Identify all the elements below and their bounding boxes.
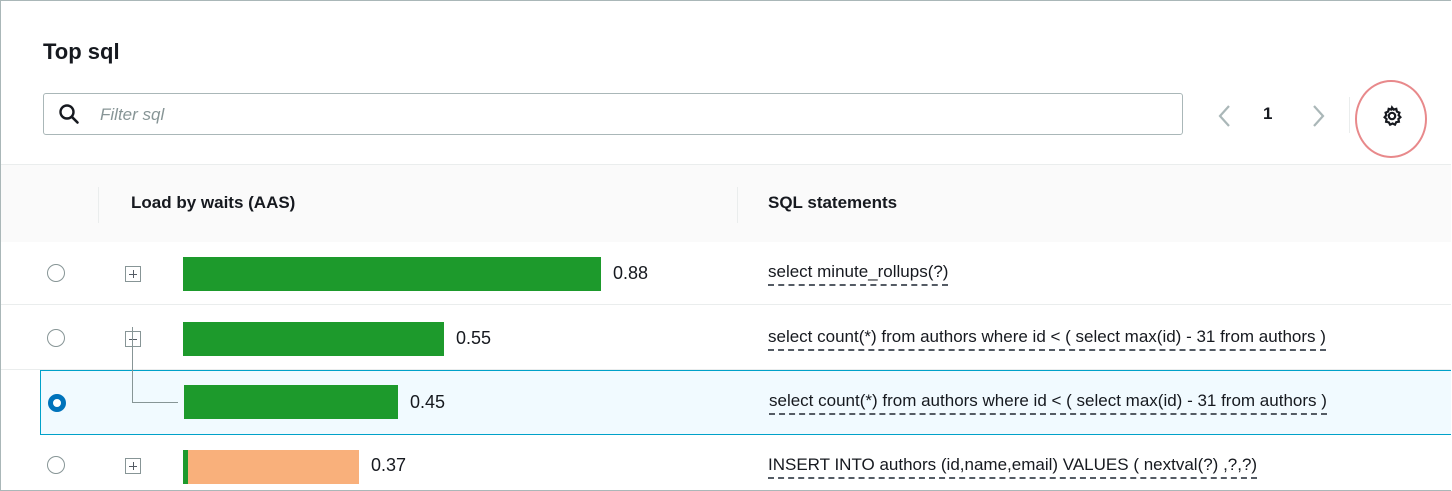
table-row-selected[interactable]: 0.45 select count(*) from authors where … [40,370,1451,435]
tree-connector [132,327,133,403]
row-radio[interactable] [47,329,65,347]
row-radio-selected[interactable] [48,394,66,412]
header-separator [737,187,738,223]
load-bar [184,385,398,419]
chevron-left-icon[interactable] [1215,102,1235,130]
pagination-divider [1349,97,1350,133]
chevron-right-icon[interactable] [1308,102,1328,130]
settings-highlight-annotation [1355,80,1427,158]
expand-plus-icon[interactable] [125,266,141,282]
column-header-sql[interactable]: SQL statements [768,193,897,213]
panel-title: Top sql [43,39,120,64]
load-bar [183,257,601,291]
load-value: 0.55 [456,328,492,348]
load-value: 0.45 [410,392,446,412]
current-page-number[interactable]: 1 [1263,104,1272,124]
expand-plus-icon[interactable] [125,458,141,474]
row-radio[interactable] [47,456,65,474]
load-bar-segment [188,450,359,484]
sql-statement-link[interactable]: INSERT INTO authors (id,name,email) VALU… [768,455,1258,479]
top-sql-panel: Top sql 1 Load by waits (AAS) SQL statem… [0,0,1451,491]
load-value: 0.88 [613,263,649,283]
tree-connector [132,402,178,403]
row-radio[interactable] [47,264,65,282]
search-icon [59,104,79,124]
filter-sql-search[interactable] [43,93,1183,135]
load-bar [183,322,444,356]
load-bar-segment [183,257,601,291]
column-header-load[interactable]: Load by waits (AAS) [131,193,295,213]
table-header: Load by waits (AAS) SQL statements [1,164,1451,244]
load-bar-segment [183,322,444,356]
load-bar-segment [184,385,398,419]
sql-statement-link[interactable]: select count(*) from authors where id < … [768,327,1326,351]
load-value: 0.37 [371,455,407,475]
filter-sql-input[interactable] [98,100,1162,130]
table-row[interactable]: 0.88 select minute_rollups(?) [1,242,1451,305]
header-separator [98,187,99,223]
collapse-minus-icon[interactable] [125,331,141,347]
table-row[interactable]: 0.55 select count(*) from authors where … [1,305,1451,370]
load-bar [183,450,359,484]
sql-statement-link[interactable]: select count(*) from authors where id < … [769,391,1327,415]
sql-statement-link[interactable]: select minute_rollups(?) [768,262,949,286]
table-row[interactable]: 0.37 INSERT INTO authors (id,name,email)… [1,436,1451,490]
